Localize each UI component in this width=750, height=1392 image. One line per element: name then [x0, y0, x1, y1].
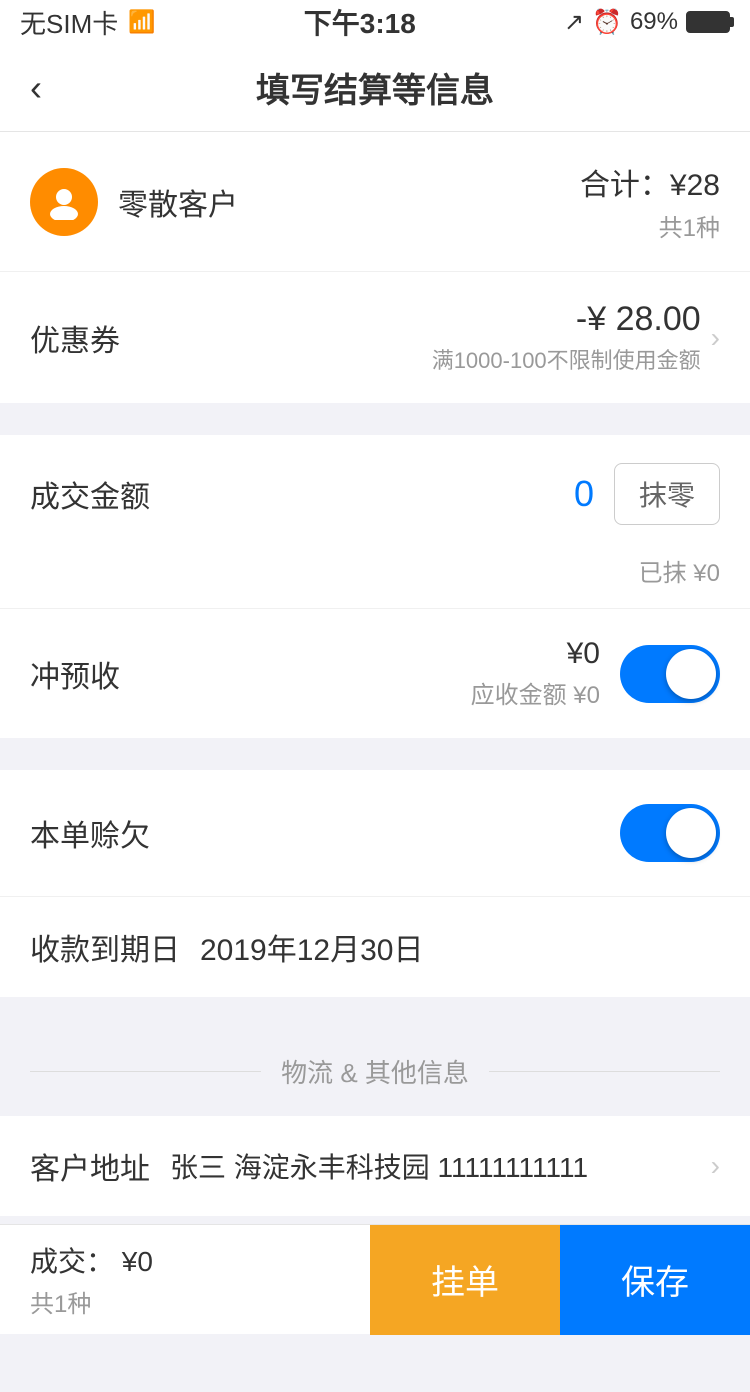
prereceipt-toggle[interactable]	[620, 645, 720, 703]
prereceipt-row: 冲预收 ¥0 应收金额 ¥0	[0, 608, 750, 738]
status-left: 无SIM卡 📶	[20, 4, 156, 41]
address-section: 客户地址 张三 海淀永丰科技园 11111111111 ›	[0, 1116, 750, 1216]
toggle-knob	[666, 649, 716, 699]
wifi-icon: 📶	[128, 9, 155, 35]
logistics-section-header: 物流 & 其他信息	[0, 1029, 750, 1114]
address-row[interactable]: 客户地址 张三 海淀永丰科技园 11111111111 ›	[0, 1116, 750, 1216]
round-button[interactable]: 抹零	[614, 463, 720, 525]
sim-signal: 无SIM卡	[20, 4, 118, 41]
divider-1	[0, 419, 750, 435]
customer-row: 零散客户 合计：¥28 共1种	[0, 132, 750, 271]
location-icon: ↗	[564, 8, 584, 37]
coupon-label: 优惠券	[30, 316, 120, 360]
due-date-value: 2019年12月30日	[200, 925, 423, 969]
divider-2	[0, 754, 750, 770]
transaction-section: 成交金额 0 抹零 已抹 ¥0 冲预收 ¥0 应收金额 ¥0	[0, 435, 750, 738]
address-label: 客户地址	[30, 1144, 150, 1188]
prereceipt-right: ¥0 应收金额 ¥0	[471, 637, 720, 710]
transaction-amount-row: 成交金额 0 抹零	[0, 435, 750, 553]
coupon-discount: -¥ 28.00	[432, 300, 701, 339]
debt-row: 本单赊欠	[0, 770, 750, 896]
prereceipt-main-amount: ¥0	[471, 637, 600, 671]
customer-total: 合计：¥28 共1种	[580, 160, 720, 243]
status-bar: 无SIM卡 📶 下午3:18 ↗ ⏰ 69%	[0, 0, 750, 44]
save-button[interactable]: 保存	[560, 1225, 750, 1335]
bottom-bar: 成交： ¥0 共1种 挂单 保存	[0, 1224, 750, 1334]
logistics-label: 物流 & 其他信息	[281, 1053, 469, 1090]
page-title: 填写结算等信息	[256, 63, 494, 112]
divider-3	[0, 1013, 750, 1029]
prereceipt-label: 冲预收	[30, 652, 120, 696]
transaction-value: 0	[574, 473, 594, 515]
hold-button[interactable]: 挂单	[370, 1225, 560, 1335]
coupon-right: -¥ 28.00 满1000-100不限制使用金额 ›	[432, 300, 720, 375]
bottom-summary: 成交： ¥0 共1种	[0, 1240, 370, 1319]
status-time: 下午3:18	[304, 2, 416, 42]
total-count: 共1种	[580, 208, 720, 243]
customer-name: 零散客户	[118, 180, 238, 224]
battery-label: 69%	[630, 8, 678, 36]
debt-toggle-knob	[666, 808, 716, 858]
coupon-desc: 满1000-100不限制使用金额	[432, 343, 701, 375]
alarm-icon: ⏰	[592, 8, 622, 37]
sep-line-left	[30, 1071, 261, 1072]
back-button[interactable]: ‹	[30, 67, 42, 109]
due-date-row: 收款到期日 2019年12月30日	[0, 896, 750, 997]
due-date-label: 收款到期日	[30, 925, 180, 969]
bottom-sub-label: 共1种	[30, 1284, 340, 1319]
address-value: 张三 海淀永丰科技园 11111111111	[170, 1146, 711, 1186]
prereceipt-amounts: ¥0 应收金额 ¥0	[471, 637, 600, 710]
nav-bar: ‹ 填写结算等信息	[0, 44, 750, 132]
bottom-main-label: 成交： ¥0	[30, 1240, 340, 1280]
chevron-right-icon: ›	[711, 322, 720, 354]
coupon-row[interactable]: 优惠券 -¥ 28.00 满1000-100不限制使用金额 ›	[0, 271, 750, 403]
customer-section: 零散客户 合计：¥28 共1种 优惠券 -¥ 28.00 满1000-100不限…	[0, 132, 750, 403]
debt-label: 本单赊欠	[30, 811, 150, 855]
status-right: ↗ ⏰ 69%	[564, 8, 730, 37]
debt-toggle[interactable]	[620, 804, 720, 862]
sep-line-right	[489, 1071, 720, 1072]
customer-info: 零散客户	[30, 168, 238, 236]
debt-section: 本单赊欠 收款到期日 2019年12月30日	[0, 770, 750, 997]
transaction-label: 成交金额	[30, 472, 150, 516]
avatar	[30, 168, 98, 236]
transaction-right: 0 抹零	[574, 463, 720, 525]
total-amount: 合计：¥28	[580, 160, 720, 204]
battery-icon	[686, 11, 730, 33]
address-chevron-icon: ›	[711, 1150, 720, 1182]
already-rounded: 已抹 ¥0	[0, 553, 750, 608]
prereceipt-sub-amount: 应收金额 ¥0	[471, 675, 600, 710]
